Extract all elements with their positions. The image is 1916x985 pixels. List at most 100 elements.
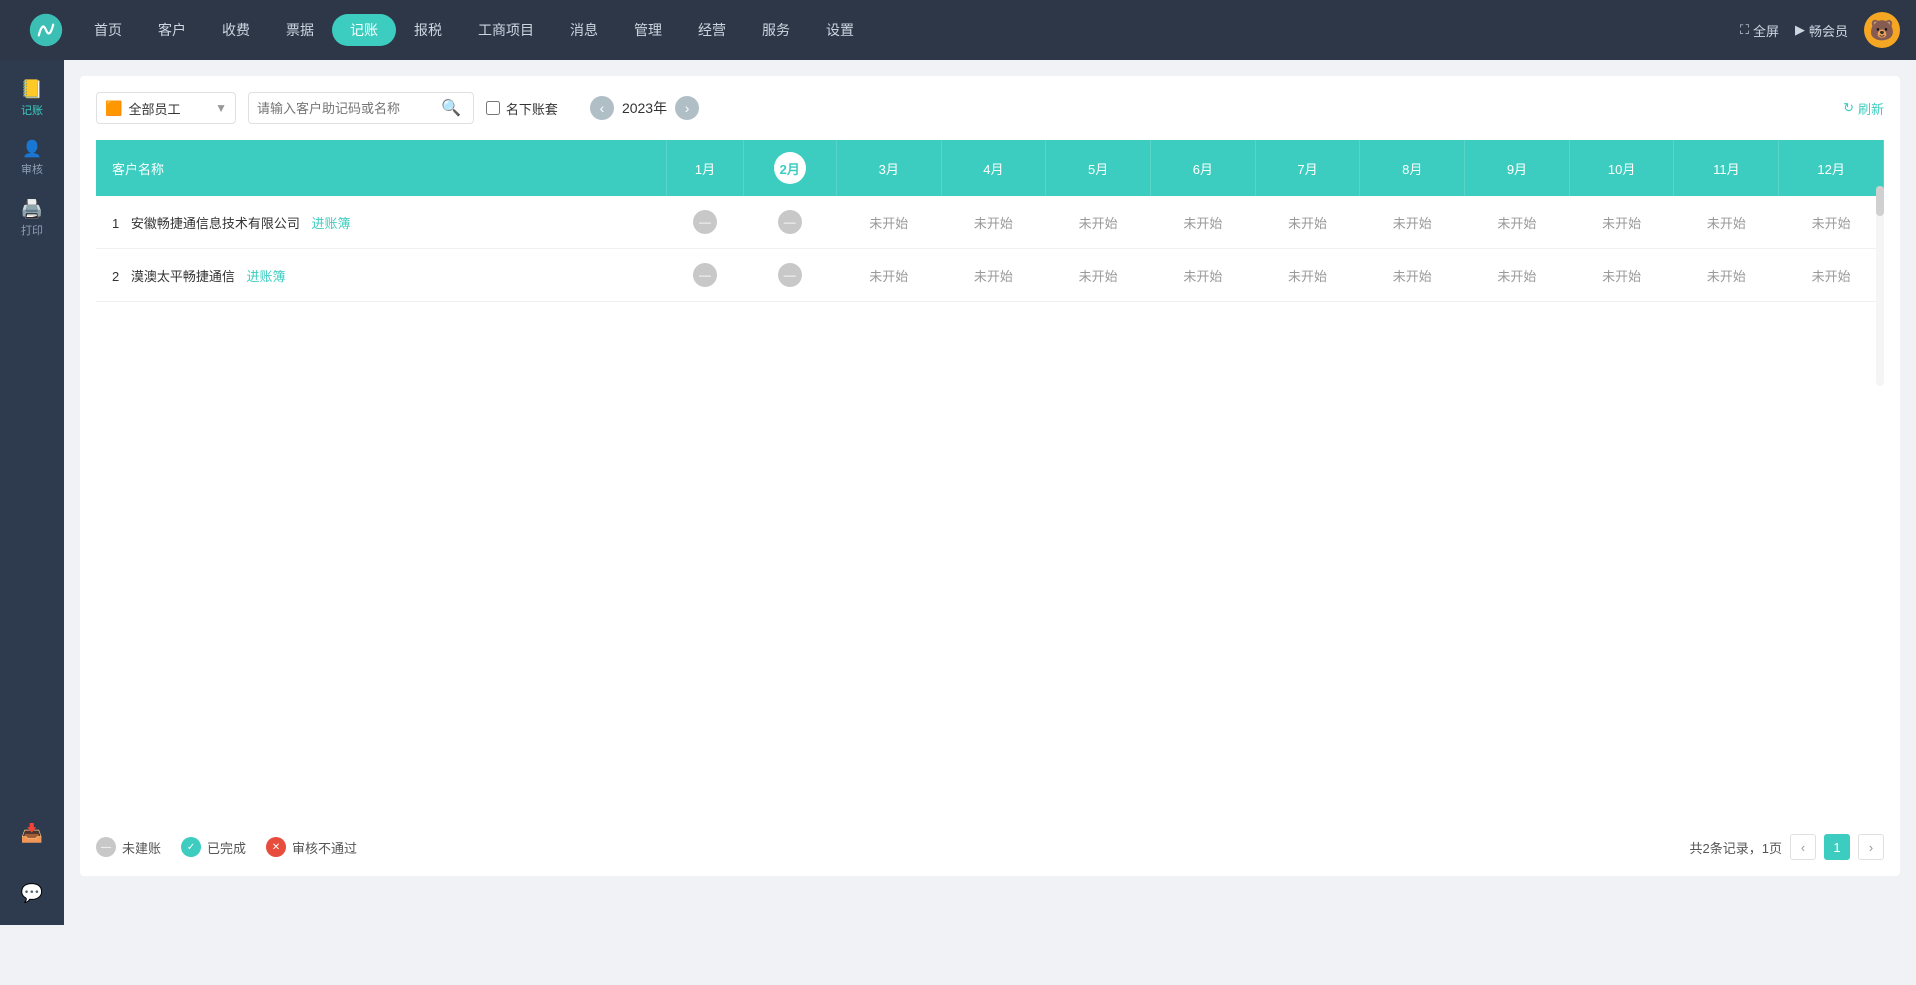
next-page-btn[interactable]: › xyxy=(1858,834,1884,860)
employee-select[interactable]: 🟧 全部员工 ▼ xyxy=(96,92,236,124)
nav-operations[interactable]: 经营 xyxy=(680,14,744,46)
col-m1: 1月 xyxy=(667,140,743,196)
search-input[interactable] xyxy=(257,101,437,116)
membership-btn[interactable]: ▶ 畅会员 xyxy=(1795,21,1848,40)
row2-m2 xyxy=(743,249,836,302)
row2-m4: 未开始 xyxy=(941,249,1046,302)
nav-accounting[interactable]: 记账 xyxy=(332,14,396,46)
sidebar-audit-label: 审核 xyxy=(21,161,43,177)
row2-m7: 未开始 xyxy=(1255,249,1360,302)
dropdown-arrow-icon: ▼ xyxy=(215,101,227,115)
col-m11: 11月 xyxy=(1674,140,1779,196)
col-m5: 5月 xyxy=(1046,140,1151,196)
sidebar-print-label: 打印 xyxy=(21,222,43,238)
fullscreen-icon: ⛶ xyxy=(1740,22,1749,38)
user-avatar[interactable]: 🐻 xyxy=(1864,12,1900,48)
scrollbar-thumb xyxy=(1876,186,1884,216)
download-icon: 📥 xyxy=(21,823,43,844)
nav-home[interactable]: 首页 xyxy=(76,14,140,46)
row1-m5: 未开始 xyxy=(1046,196,1151,249)
nav-tax[interactable]: 报税 xyxy=(396,14,460,46)
col-m6: 6月 xyxy=(1150,140,1255,196)
row1-m8: 未开始 xyxy=(1360,196,1465,249)
prev-year-btn[interactable]: ‹ xyxy=(590,96,614,120)
nav-customer[interactable]: 客户 xyxy=(140,14,204,46)
row2-entry-link[interactable]: 进账簿 xyxy=(247,269,286,284)
legend-completed: 已完成 xyxy=(181,837,246,857)
page-1-btn[interactable]: 1 xyxy=(1824,834,1850,860)
row2-name-cell: 2 漠澳太平畅捷通信 进账簿 xyxy=(96,249,667,302)
col-m4: 4月 xyxy=(941,140,1046,196)
not-built-label: 未建账 xyxy=(122,838,161,857)
nav-service[interactable]: 服务 xyxy=(744,14,808,46)
nav-invoice[interactable]: 票据 xyxy=(268,14,332,46)
prev-page-btn[interactable]: ‹ xyxy=(1790,834,1816,860)
table-row: 2 漠澳太平畅捷通信 进账簿 未开始 未开始 未开始 未开 xyxy=(96,249,1884,302)
sidebar-item-print[interactable]: 🖨️ 打印 xyxy=(4,190,60,246)
refresh-icon: ↻ xyxy=(1843,100,1854,116)
row1-entry-link[interactable]: 进账簿 xyxy=(312,216,351,231)
row1-index: 1 xyxy=(112,216,119,231)
top-nav: 首页 客户 收费 票据 记账 报税 工商项目 消息 管理 经营 服务 设置 ⛶ … xyxy=(0,0,1916,60)
nav-business[interactable]: 工商项目 xyxy=(460,14,552,46)
nav-message[interactable]: 消息 xyxy=(552,14,616,46)
row2-index: 2 xyxy=(112,269,119,284)
row2-m5: 未开始 xyxy=(1046,249,1151,302)
search-input-wrap: 🔍 xyxy=(248,92,474,124)
support-icon: 💬 xyxy=(21,883,43,904)
row1-m4: 未开始 xyxy=(941,196,1046,249)
refresh-button[interactable]: ↻ 刷新 xyxy=(1843,99,1884,118)
legend: 未建账 已完成 审核不通过 xyxy=(96,837,357,857)
failed-dot xyxy=(266,837,286,857)
my-accounts-label: 名下账套 xyxy=(506,99,558,118)
row2-m8: 未开始 xyxy=(1360,249,1465,302)
row2-m9: 未开始 xyxy=(1465,249,1570,302)
sidebar-accounting-label: 记账 xyxy=(21,102,43,118)
search-button[interactable]: 🔍 xyxy=(437,98,465,118)
nav-right: ⛶ 全屏 ▶ 畅会员 🐻 xyxy=(1740,12,1900,48)
sidebar-item-download[interactable]: 📥 xyxy=(4,805,60,861)
print-icon: 🖨️ xyxy=(21,199,43,220)
sidebar: 📒 记账 👤 审核 🖨️ 打印 📥 💬 xyxy=(0,60,64,925)
table-wrapper: 客户名称 1月 2月 3月 4月 5月 6月 7月 8月 9月 10月 11月 xyxy=(96,140,1884,302)
toolbar: 🟧 全部员工 ▼ 🔍 名下账套 ‹ 2023年 › ↻ 刷新 xyxy=(96,92,1884,124)
accounting-icon: 📒 xyxy=(21,79,43,100)
col-m7: 7月 xyxy=(1255,140,1360,196)
col-customer-name: 客户名称 xyxy=(96,140,667,196)
sidebar-item-accounting[interactable]: 📒 记账 xyxy=(4,70,60,126)
row2-m3: 未开始 xyxy=(836,249,941,302)
row2-company-name: 漠澳太平畅捷通信 xyxy=(131,269,235,284)
footer: 未建账 已完成 审核不通过 共2条记录，1页 ‹ 1 › xyxy=(96,834,1884,860)
row1-m12: 未开始 xyxy=(1779,196,1884,249)
row1-m9: 未开始 xyxy=(1465,196,1570,249)
sidebar-item-support[interactable]: 💬 xyxy=(4,865,60,921)
col-m10: 10月 xyxy=(1569,140,1674,196)
employee-icon: 🟧 xyxy=(105,100,122,117)
failed-label: 审核不通过 xyxy=(292,838,357,857)
row1-m7: 未开始 xyxy=(1255,196,1360,249)
status-not-built-icon xyxy=(778,263,802,287)
row1-name-cell: 1 安徽畅捷通信息技术有限公司 进账簿 xyxy=(96,196,667,249)
legend-failed: 审核不通过 xyxy=(266,837,357,857)
next-year-btn[interactable]: › xyxy=(675,96,699,120)
col-m2-active: 2月 xyxy=(743,140,836,196)
data-table: 客户名称 1月 2月 3月 4月 5月 6月 7月 8月 9月 10月 11月 xyxy=(96,140,1884,302)
app-logo xyxy=(16,12,76,48)
row1-company-name: 安徽畅捷通信息技术有限公司 xyxy=(131,216,300,231)
play-icon: ▶ xyxy=(1795,22,1805,38)
fullscreen-btn[interactable]: ⛶ 全屏 xyxy=(1740,21,1779,40)
completed-dot xyxy=(181,837,201,857)
table-scrollbar[interactable] xyxy=(1876,186,1884,386)
nav-settings[interactable]: 设置 xyxy=(808,14,872,46)
row1-m6: 未开始 xyxy=(1150,196,1255,249)
sidebar-item-audit[interactable]: 👤 审核 xyxy=(4,130,60,186)
table-row: 1 安徽畅捷通信息技术有限公司 进账簿 未开始 未开始 未开始 xyxy=(96,196,1884,249)
row1-m10: 未开始 xyxy=(1569,196,1674,249)
my-accounts-checkbox[interactable] xyxy=(486,101,500,115)
year-display: 2023年 xyxy=(622,98,667,118)
nav-billing[interactable]: 收费 xyxy=(204,14,268,46)
my-accounts-checkbox-wrap[interactable]: 名下账套 xyxy=(486,99,558,118)
row2-m10: 未开始 xyxy=(1569,249,1674,302)
nav-management[interactable]: 管理 xyxy=(616,14,680,46)
employee-select-value: 全部员工 xyxy=(128,99,215,118)
